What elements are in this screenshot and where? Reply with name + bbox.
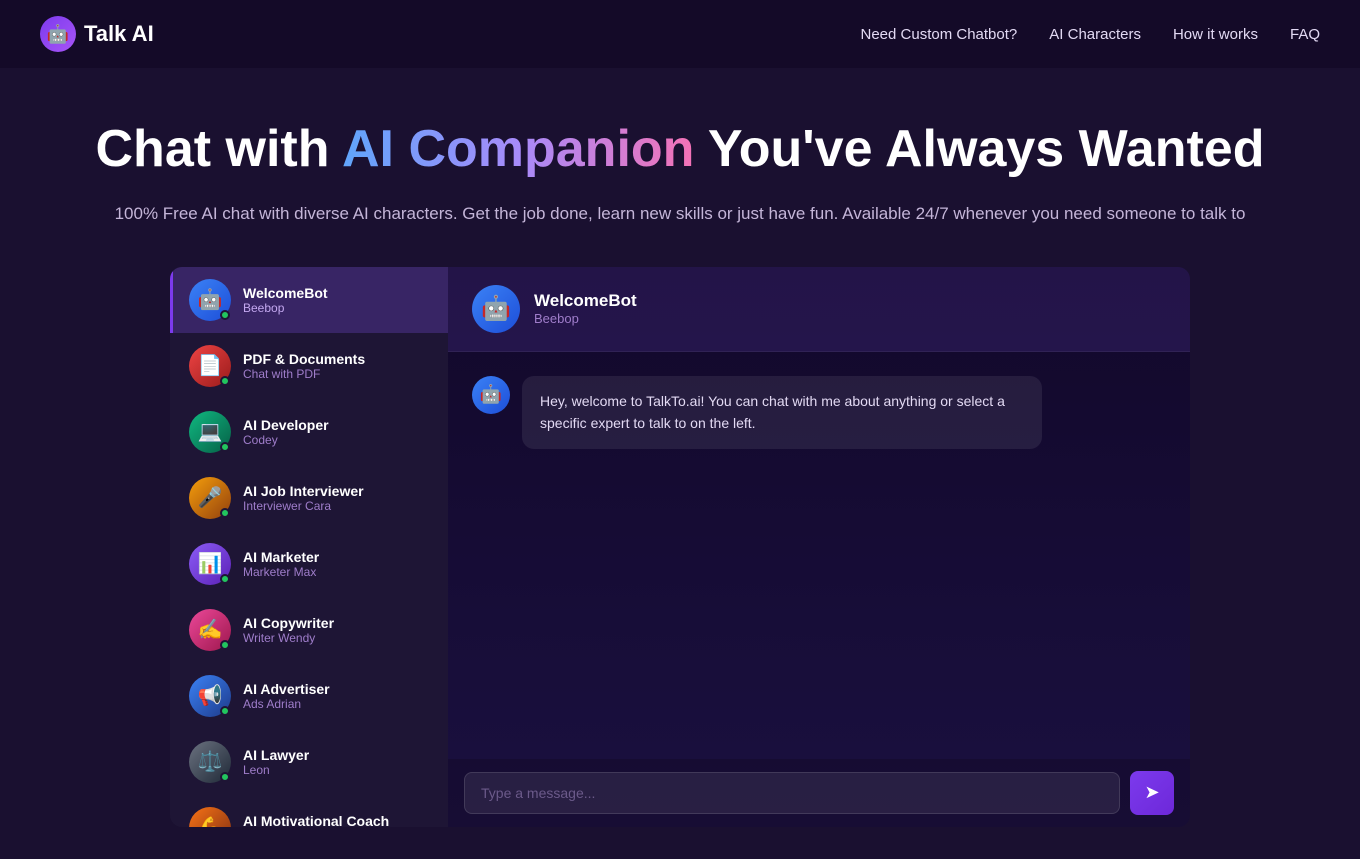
nav-faq[interactable]: FAQ <box>1290 26 1320 43</box>
status-dot <box>220 508 230 518</box>
avatar-wrap: 💻 <box>189 411 231 453</box>
sidebar-item-sub: Interviewer Cara <box>243 499 364 513</box>
sidebar-item-developer[interactable]: 💻 AI Developer Codey <box>170 399 448 465</box>
avatar-wrap: ⚖️ <box>189 741 231 783</box>
send-icon: ➤ <box>1144 782 1159 803</box>
main-panel: 🤖 WelcomeBot Beebop 📄 PDF & Documents Ch… <box>170 267 1190 827</box>
nav-ai-characters[interactable]: AI Characters <box>1049 26 1141 43</box>
nav-custom-chatbot[interactable]: Need Custom Chatbot? <box>861 26 1018 43</box>
sidebar-text: AI Lawyer Leon <box>243 747 309 777</box>
hero-subtitle: 100% Free AI chat with diverse AI charac… <box>40 200 1320 227</box>
send-button[interactable]: ➤ <box>1130 771 1174 815</box>
sidebar-text: AI Developer Codey <box>243 417 329 447</box>
status-dot <box>220 310 230 320</box>
sidebar-item-sub: Codey <box>243 433 329 447</box>
sidebar-item-welcomebot[interactable]: 🤖 WelcomeBot Beebop <box>170 267 448 333</box>
message-avatar: 🤖 <box>472 376 510 414</box>
sidebar-item-name: AI Lawyer <box>243 747 309 763</box>
sidebar-text: AI Job Interviewer Interviewer Cara <box>243 483 364 513</box>
avatar-wrap: ✍️ <box>189 609 231 651</box>
message-row: 🤖 Hey, welcome to TalkTo.ai! You can cha… <box>472 376 1166 449</box>
avatar-wrap: 📄 <box>189 345 231 387</box>
avatar-wrap: 📊 <box>189 543 231 585</box>
sidebar-item-name: PDF & Documents <box>243 351 365 367</box>
status-dot <box>220 640 230 650</box>
hero-title: Chat with AI Companion You've Always Wan… <box>40 120 1320 180</box>
sidebar-avatar: 💪 <box>189 807 231 827</box>
chat-messages: 🤖 Hey, welcome to TalkTo.ai! You can cha… <box>448 352 1190 759</box>
sidebar-text: WelcomeBot Beebop <box>243 285 328 315</box>
sidebar-item-sub: Ads Adrian <box>243 697 330 711</box>
sidebar-item-marketer[interactable]: 📊 AI Marketer Marketer Max <box>170 531 448 597</box>
sidebar-text: AI Motivational Coach Coach Carl <box>243 813 389 827</box>
sidebar-item-name: AI Job Interviewer <box>243 483 364 499</box>
sidebar-text: PDF & Documents Chat with PDF <box>243 351 365 381</box>
chat-input-area: ➤ <box>448 759 1190 827</box>
hero-title-prefix: Chat with <box>96 120 343 178</box>
sidebar-item-lawyer[interactable]: ⚖️ AI Lawyer Leon <box>170 729 448 795</box>
avatar-wrap: 🤖 <box>189 279 231 321</box>
chat-header-avatar-emoji: 🤖 <box>481 294 511 323</box>
sidebar-item-sub: Leon <box>243 763 309 777</box>
chat-header-text: WelcomeBot Beebop <box>534 291 637 326</box>
sidebar-item-advertiser[interactable]: 📢 AI Advertiser Ads Adrian <box>170 663 448 729</box>
chat-header-avatar: 🤖 <box>472 285 520 333</box>
sidebar-item-name: AI Developer <box>243 417 329 433</box>
nav-how-it-works[interactable]: How it works <box>1173 26 1258 43</box>
navbar: 🤖 Talk AI Need Custom Chatbot? AI Charac… <box>0 0 1360 68</box>
status-dot <box>220 574 230 584</box>
sidebar-item-name: AI Advertiser <box>243 681 330 697</box>
message-bubble: Hey, welcome to TalkTo.ai! You can chat … <box>522 376 1042 449</box>
hero-title-suffix: You've Always Wanted <box>694 120 1264 178</box>
message-avatar-emoji: 🤖 <box>480 384 502 405</box>
status-dot <box>220 442 230 452</box>
sidebar-item-sub: Marketer Max <box>243 565 319 579</box>
nav-links: Need Custom Chatbot? AI Characters How i… <box>861 26 1321 43</box>
sidebar-text: AI Copywriter Writer Wendy <box>243 615 334 645</box>
chat-header: 🤖 WelcomeBot Beebop <box>448 267 1190 352</box>
sidebar-item-copywriter[interactable]: ✍️ AI Copywriter Writer Wendy <box>170 597 448 663</box>
hero-title-gradient: AI Companion <box>342 120 694 178</box>
chat-header-name: WelcomeBot <box>534 291 637 311</box>
status-dot <box>220 376 230 386</box>
status-dot <box>220 772 230 782</box>
sidebar-item-name: WelcomeBot <box>243 285 328 301</box>
avatar-wrap: 📢 <box>189 675 231 717</box>
logo-emoji: 🤖 <box>47 24 69 45</box>
sidebar: 🤖 WelcomeBot Beebop 📄 PDF & Documents Ch… <box>170 267 448 827</box>
sidebar-text: AI Marketer Marketer Max <box>243 549 319 579</box>
chat-input[interactable] <box>464 772 1120 814</box>
avatar-wrap: 🎤 <box>189 477 231 519</box>
chat-header-sub: Beebop <box>534 311 637 326</box>
status-dot <box>220 706 230 716</box>
chat-area: 🤖 WelcomeBot Beebop 🤖 Hey, welcome to Ta… <box>448 267 1190 827</box>
sidebar-item-name: AI Marketer <box>243 549 319 565</box>
sidebar-item-interviewer[interactable]: 🎤 AI Job Interviewer Interviewer Cara <box>170 465 448 531</box>
avatar-wrap: 💪 <box>189 807 231 827</box>
sidebar-item-sub: Writer Wendy <box>243 631 334 645</box>
hero-section: Chat with AI Companion You've Always Wan… <box>0 68 1360 267</box>
logo[interactable]: 🤖 Talk AI <box>40 16 154 52</box>
logo-text: Talk AI <box>84 21 154 47</box>
sidebar-text: AI Advertiser Ads Adrian <box>243 681 330 711</box>
sidebar-item-sub: Beebop <box>243 301 328 315</box>
sidebar-item-pdf[interactable]: 📄 PDF & Documents Chat with PDF <box>170 333 448 399</box>
sidebar-item-motivational[interactable]: 💪 AI Motivational Coach Coach Carl <box>170 795 448 827</box>
sidebar-item-name: AI Copywriter <box>243 615 334 631</box>
sidebar-item-name: AI Motivational Coach <box>243 813 389 827</box>
sidebar-item-sub: Chat with PDF <box>243 367 365 381</box>
logo-icon: 🤖 <box>40 16 76 52</box>
